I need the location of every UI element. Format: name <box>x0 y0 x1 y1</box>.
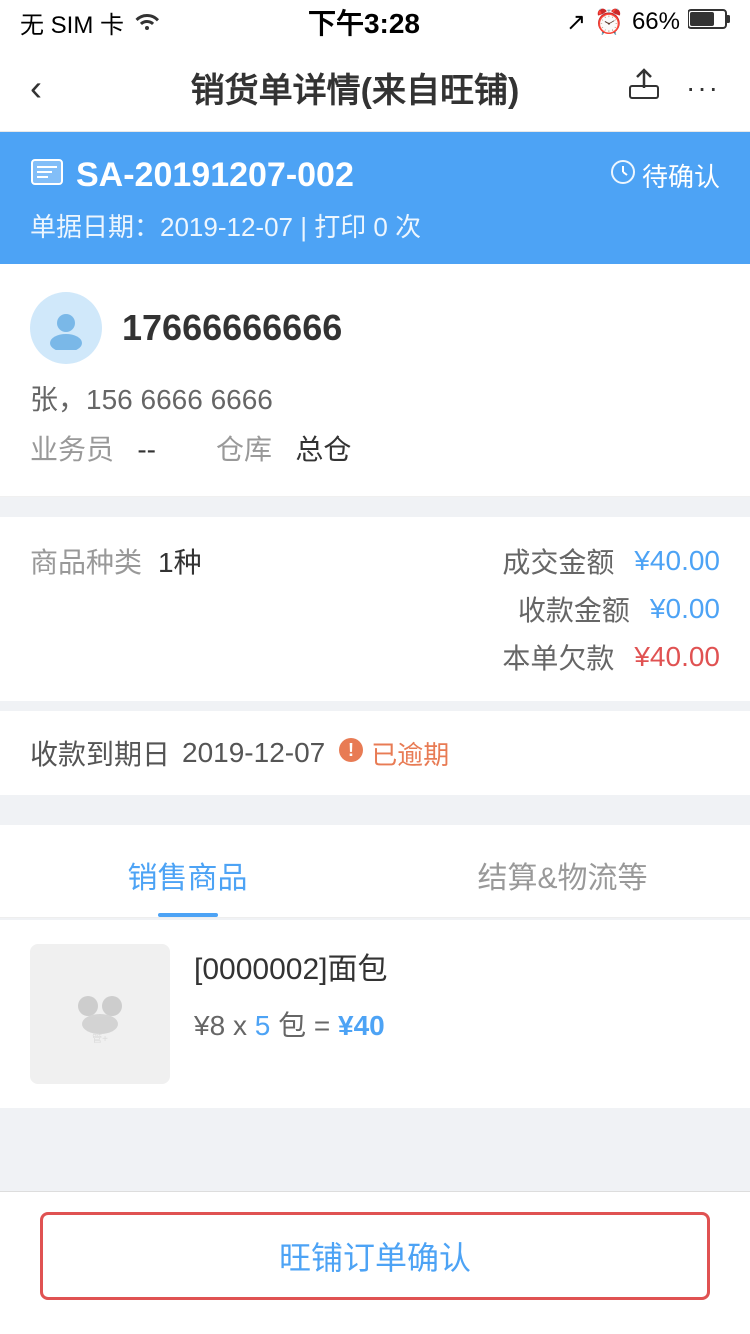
amounts: 成交金额 ¥40.00 收款金额 ¥0.00 本单欠款 ¥40.00 <box>502 541 720 677</box>
tab-settlement[interactable]: 结算&物流等 <box>375 825 750 917</box>
summary-section: 商品种类 1种 成交金额 ¥40.00 收款金额 ¥0.00 本单欠款 ¥40.… <box>0 517 750 711</box>
product-thumbnail: 管+ <box>30 944 170 1084</box>
order-date: 单据日期：2019-12-07 | 打印 0 次 <box>30 207 720 244</box>
collected-amount-value: ¥0.00 <box>650 593 720 625</box>
owed-amount-row: 本单欠款 ¥40.00 <box>502 637 720 677</box>
nav-bar: ‹ 销货单详情(来自旺铺) ··· <box>0 44 750 132</box>
location-icon: ↗ <box>566 8 586 37</box>
product-types-label: 商品种类 <box>30 541 142 581</box>
deal-amount-row: 成交金额 ¥40.00 <box>502 541 720 581</box>
due-date-label: 收款到期日 <box>30 733 170 773</box>
alarm-icon: ⏰ <box>594 8 624 37</box>
tabs-container: 销售商品 结算&物流等 <box>0 825 750 918</box>
divider1 <box>0 497 750 517</box>
customer-section: 17666666666 张，156 6666 6666 业务员 -- 仓库 总仓 <box>0 264 750 497</box>
divider2 <box>0 805 750 825</box>
customer-meta: 业务员 -- 仓库 总仓 <box>30 428 720 468</box>
status-time: 下午3:28 <box>308 2 420 42</box>
customer-name-phone: 张，156 6666 6666 <box>30 378 720 418</box>
product-types: 商品种类 1种 <box>30 541 202 581</box>
warehouse-value: 总仓 <box>295 434 351 465</box>
warehouse-label: 仓库 <box>216 434 272 465</box>
owed-amount-label: 本单欠款 <box>502 637 614 677</box>
battery-icon <box>688 8 730 37</box>
quantity: 5 <box>255 1010 271 1041</box>
due-date-value: 2019-12-07 <box>182 737 325 769</box>
tab-products[interactable]: 销售商品 <box>0 825 375 917</box>
overdue-badge: ! 已逾期 <box>337 735 449 772</box>
share-icon[interactable] <box>626 66 662 110</box>
owed-amount-value: ¥40.00 <box>634 641 720 673</box>
svg-text:!: ! <box>348 740 354 760</box>
confirm-button[interactable]: 旺铺订单确认 <box>40 1212 710 1300</box>
product-item: 管+ [0000002]面包 ¥8 x 5 包 = ¥40 <box>0 920 750 1108</box>
back-button[interactable]: ‹ <box>30 67 90 109</box>
unit: 包 <box>278 1010 306 1041</box>
order-id-row: SA-20191207-002 待确认 <box>30 156 720 195</box>
product-name: [0000002]面包 <box>194 944 720 988</box>
status-left: 无 SIM 卡 <box>20 5 162 40</box>
collected-amount-row: 收款金额 ¥0.00 <box>518 589 720 629</box>
product-details: [0000002]面包 ¥8 x 5 包 = ¥40 <box>194 944 720 1044</box>
salesperson-item: 业务员 -- <box>30 428 156 468</box>
order-header-banner: SA-20191207-002 待确认 单据日期：2019-12-07 | 打印… <box>0 132 750 264</box>
more-icon[interactable]: ··· <box>686 72 720 104</box>
due-date-section: 收款到期日 2019-12-07 ! 已逾期 <box>0 711 750 805</box>
product-total: ¥40 <box>338 1010 385 1041</box>
customer-phone: 17666666666 <box>122 307 342 349</box>
bottom-area: 旺铺订单确认 <box>0 1191 750 1334</box>
deal-amount-value: ¥40.00 <box>634 545 720 577</box>
deal-amount-label: 成交金额 <box>502 541 614 581</box>
warehouse-item: 仓库 总仓 <box>216 428 351 468</box>
carrier-text: 无 SIM 卡 <box>20 5 124 40</box>
overdue-icon: ! <box>337 736 365 771</box>
customer-top: 17666666666 <box>30 292 720 364</box>
order-status: 待确认 <box>610 157 720 194</box>
salesperson-value: -- <box>137 434 156 465</box>
order-id: SA-20191207-002 <box>30 156 354 195</box>
collected-amount-label: 收款金额 <box>518 589 630 629</box>
status-right: ↗ ⏰ 66% <box>566 8 730 37</box>
content: SA-20191207-002 待确认 单据日期：2019-12-07 | 打印… <box>0 132 750 1268</box>
wifi-icon <box>132 8 162 37</box>
product-types-value: 1种 <box>158 541 202 581</box>
avatar <box>30 292 102 364</box>
unit-price: ¥8 <box>194 1010 225 1041</box>
product-price: ¥8 x 5 包 = ¥40 <box>194 1004 720 1044</box>
battery-text: 66% <box>632 8 680 36</box>
svg-text:管+: 管+ <box>92 1032 108 1045</box>
nav-actions: ··· <box>620 66 720 110</box>
salesperson-label: 业务员 <box>30 434 114 465</box>
overdue-text: 已逾期 <box>371 735 449 772</box>
clock-icon <box>610 159 636 192</box>
order-icon <box>30 156 64 195</box>
page-title: 销货单详情(来自旺铺) <box>90 63 620 112</box>
status-bar: 无 SIM 卡 下午3:28 ↗ ⏰ 66% <box>0 0 750 44</box>
